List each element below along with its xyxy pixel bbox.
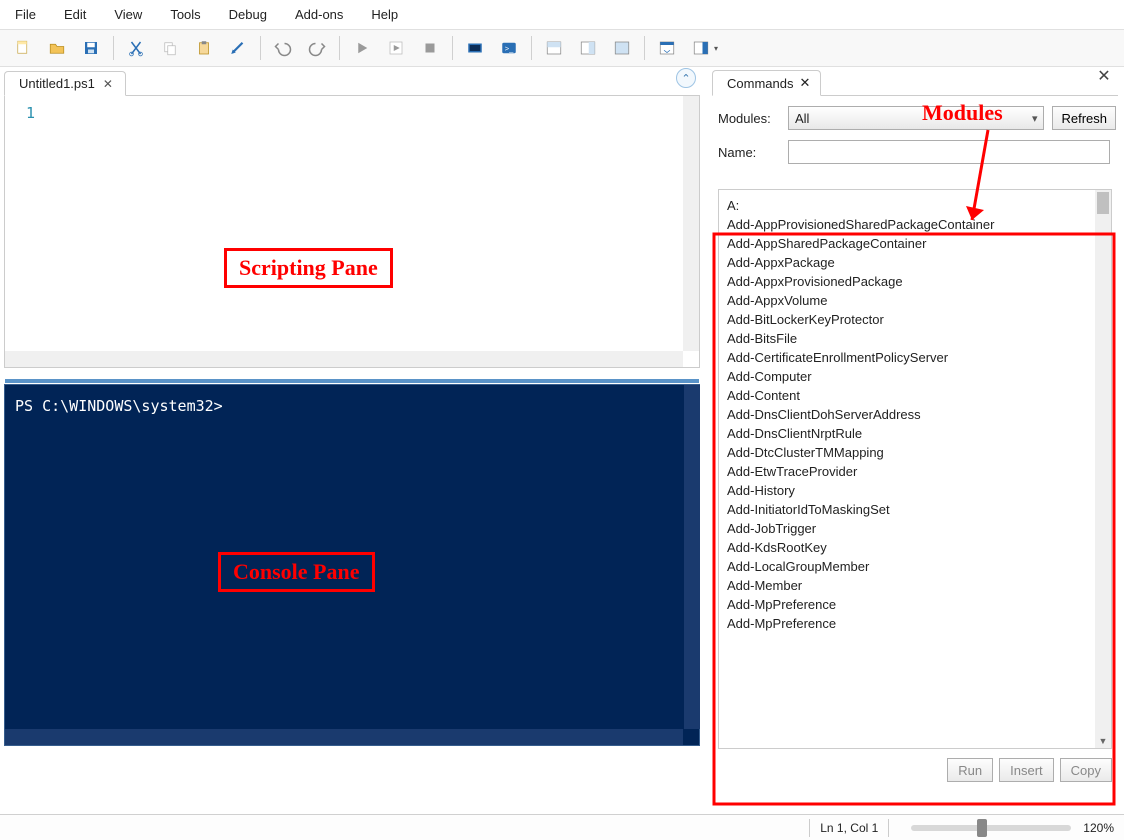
command-item[interactable]: Add-CertificateEnrollmentPolicyServer bbox=[723, 348, 1091, 367]
scroll-down-icon[interactable]: ▼ bbox=[1095, 734, 1111, 748]
command-item[interactable]: Add-DtcClusterTMMapping bbox=[723, 443, 1091, 462]
annotation-scripting-pane: Scripting Pane bbox=[224, 248, 393, 288]
commands-list: A:Add-AppProvisionedSharedPackageContain… bbox=[718, 189, 1112, 749]
command-item[interactable]: Add-Content bbox=[723, 386, 1091, 405]
command-item[interactable]: Add-BitsFile bbox=[723, 329, 1091, 348]
scroll-thumb[interactable] bbox=[1097, 192, 1109, 214]
name-input[interactable] bbox=[788, 140, 1110, 164]
toolbar-separator bbox=[531, 36, 532, 60]
toolbar-separator bbox=[113, 36, 114, 60]
commands-tab[interactable]: Commands ✕ bbox=[712, 70, 821, 96]
menu-tools[interactable]: Tools bbox=[165, 4, 205, 25]
command-item[interactable]: Add-JobTrigger bbox=[723, 519, 1091, 538]
menu-bar: File Edit View Tools Debug Add-ons Help bbox=[0, 0, 1124, 30]
editor-body[interactable] bbox=[45, 96, 699, 367]
modules-dropdown[interactable]: All bbox=[788, 106, 1044, 130]
commands-tab-bar: Commands ✕ ✕ bbox=[712, 64, 1118, 96]
command-item[interactable]: Add-DnsClientNrptRule bbox=[723, 424, 1091, 443]
command-item[interactable]: Add-AppxPackage bbox=[723, 253, 1091, 272]
commands-tab-title: Commands bbox=[727, 76, 793, 91]
editor-horizontal-scrollbar[interactable] bbox=[5, 351, 683, 367]
commands-list-inner[interactable]: A:Add-AppProvisionedSharedPackageContain… bbox=[719, 190, 1095, 748]
menu-debug[interactable]: Debug bbox=[224, 4, 272, 25]
modules-label: Modules: bbox=[718, 111, 780, 126]
zoom-knob[interactable] bbox=[977, 819, 987, 837]
command-item[interactable]: Add-InitiatorIdToMaskingSet bbox=[723, 500, 1091, 519]
commands-actions: Run Insert Copy bbox=[718, 758, 1112, 782]
console-vertical-scrollbar[interactable] bbox=[684, 385, 700, 729]
command-item[interactable]: Add-AppProvisionedSharedPackageContainer bbox=[723, 215, 1091, 234]
script-tab[interactable]: Untitled1.ps1 ✕ bbox=[4, 71, 126, 96]
zoom-slider[interactable] bbox=[911, 825, 1071, 831]
line-number: 1 bbox=[26, 104, 35, 122]
commands-filters: Modules: All Refresh Name: bbox=[712, 96, 1118, 178]
command-item[interactable]: Add-BitLockerKeyProtector bbox=[723, 310, 1091, 329]
menu-help[interactable]: Help bbox=[366, 4, 403, 25]
console-divider[interactable] bbox=[5, 379, 699, 383]
collapse-script-icon[interactable]: ⌃ bbox=[676, 68, 696, 88]
menu-view[interactable]: View bbox=[109, 4, 147, 25]
svg-text:>_: >_ bbox=[505, 44, 514, 53]
toolbar-separator bbox=[339, 36, 340, 60]
menu-file[interactable]: File bbox=[10, 4, 41, 25]
command-item[interactable]: Add-History bbox=[723, 481, 1091, 500]
command-item[interactable]: Add-KdsRootKey bbox=[723, 538, 1091, 557]
cursor-position: Ln 1, Col 1 bbox=[820, 821, 878, 835]
menu-add-ons[interactable]: Add-ons bbox=[290, 4, 348, 25]
script-editor[interactable]: 1 bbox=[4, 96, 700, 368]
toolbar-separator bbox=[452, 36, 453, 60]
command-item[interactable]: Add-EtwTraceProvider bbox=[723, 462, 1091, 481]
annotation-console-pane: Console Pane bbox=[218, 552, 375, 592]
toolbar-separator bbox=[260, 36, 261, 60]
refresh-button[interactable]: Refresh bbox=[1052, 106, 1116, 130]
toolbar-overflow-icon[interactable]: ▾ bbox=[714, 44, 722, 53]
commands-panel: Commands ✕ ✕ Modules: All Refresh Name: … bbox=[712, 64, 1118, 804]
close-icon[interactable]: ✕ bbox=[799, 75, 810, 91]
name-label: Name: bbox=[718, 145, 780, 160]
commands-scrollbar[interactable]: ▲ ▼ bbox=[1095, 190, 1111, 748]
left-column: Untitled1.ps1 ✕ ⌃ 1 PS C:\WINDOWS\system… bbox=[4, 64, 700, 804]
console-horizontal-scrollbar[interactable] bbox=[5, 729, 683, 745]
toolbar-separator bbox=[644, 36, 645, 60]
menu-edit[interactable]: Edit bbox=[59, 4, 91, 25]
run-button[interactable]: Run bbox=[947, 758, 993, 782]
copy-button[interactable]: Copy bbox=[1060, 758, 1112, 782]
editor-vertical-scrollbar[interactable] bbox=[683, 96, 699, 351]
close-pane-icon[interactable]: ✕ bbox=[1094, 66, 1114, 86]
command-item[interactable]: Add-Computer bbox=[723, 367, 1091, 386]
command-item[interactable]: Add-LocalGroupMember bbox=[723, 557, 1091, 576]
script-tab-bar: Untitled1.ps1 ✕ ⌃ bbox=[4, 64, 700, 96]
command-item[interactable]: Add-Member bbox=[723, 576, 1091, 595]
zoom-level: 120% bbox=[1083, 821, 1114, 835]
status-bar: Ln 1, Col 1 120% bbox=[0, 814, 1124, 840]
script-tab-title: Untitled1.ps1 bbox=[19, 76, 95, 91]
console-prompt: PS C:\WINDOWS\system32> bbox=[15, 397, 223, 415]
command-item[interactable]: Add-MpPreference bbox=[723, 614, 1091, 633]
close-icon[interactable]: ✕ bbox=[101, 77, 115, 91]
annotation-modules: Modules bbox=[922, 100, 1003, 126]
editor-gutter: 1 bbox=[5, 96, 45, 367]
command-item[interactable]: Add-AppxProvisionedPackage bbox=[723, 272, 1091, 291]
command-item[interactable]: Add-MpPreference bbox=[723, 595, 1091, 614]
insert-button[interactable]: Insert bbox=[999, 758, 1054, 782]
main-area: Untitled1.ps1 ✕ ⌃ 1 PS C:\WINDOWS\system… bbox=[0, 58, 1124, 840]
command-item[interactable]: A: bbox=[723, 196, 1091, 215]
command-item[interactable]: Add-AppSharedPackageContainer bbox=[723, 234, 1091, 253]
command-item[interactable]: Add-AppxVolume bbox=[723, 291, 1091, 310]
command-item[interactable]: Add-DnsClientDohServerAddress bbox=[723, 405, 1091, 424]
